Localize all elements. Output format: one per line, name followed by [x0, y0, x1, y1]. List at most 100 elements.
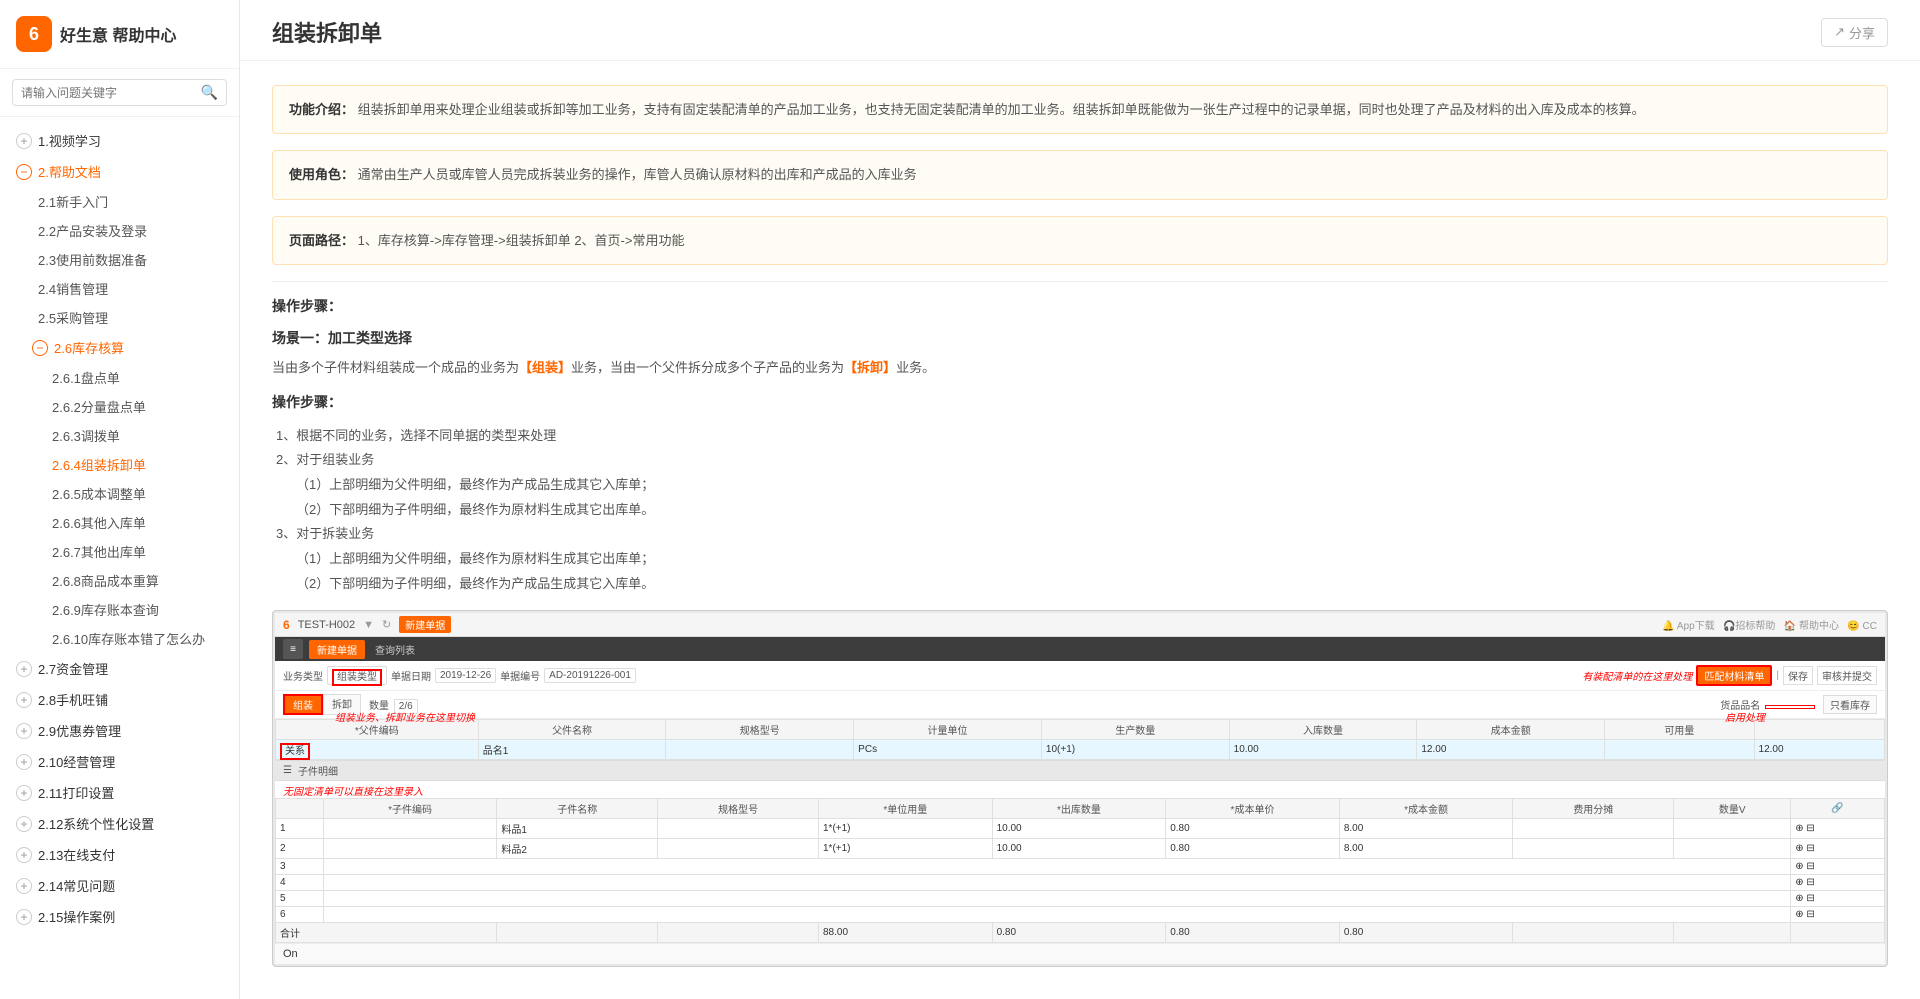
sub2-7-label: 2.7资金管理 [38, 659, 108, 678]
sub2-10-label: 2.10经营管理 [38, 752, 115, 771]
step3-sub2: （2）下部明细为子件明细，最终作为产成品生成其它入库单。 [296, 572, 1888, 597]
step2: 2、对于组装业务 [276, 448, 1888, 473]
sidebar-item-sub2-6[interactable]: − 2.6库存核算 [0, 332, 239, 363]
role-text: 通常由生产人员或库管人员完成拆装业务的操作，库管人员确认原材料的出库和产成品的入… [358, 167, 917, 182]
mock-lower-th-8: 费用分摊 [1513, 799, 1674, 819]
sidebar-item-sub2-1[interactable]: 2.1新手入门 [0, 187, 239, 216]
sidebar-item-2-6-1[interactable]: 2.6.1盘点单 [0, 363, 239, 392]
sidebar-item-sub2-5[interactable]: 2.5采购管理 [0, 303, 239, 332]
mock-lower-th-9: 数量V [1674, 799, 1791, 819]
mock-btn-match[interactable]: 匹配材料清单 [1696, 665, 1772, 686]
sidebar-item-cat1[interactable]: + 1.视频学习 [0, 125, 239, 156]
mock-annotation-enable: 启用处理 [1725, 709, 1765, 724]
mock-footer-c7: 0.80 [1339, 923, 1513, 943]
role-block: 使用角色： 通常由生产人员或库管人员完成拆装业务的操作，库管人员确认原材料的出库… [272, 150, 1888, 199]
sidebar-item-cat2[interactable]: − 2.帮助文档 [0, 156, 239, 187]
search-area: 🔍 [0, 69, 239, 117]
mock-lower-r5-c0: 6 [276, 907, 324, 923]
sidebar-item-sub2-8[interactable]: + 2.8手机旺铺 [0, 684, 239, 715]
mock-billno-label: 单据编号 [500, 668, 540, 683]
intro-block: 功能介绍： 组装拆卸单用来处理企业组装或拆卸等加工业务，支持有固定装配清单的产品… [272, 85, 1888, 134]
mock-lower-th-7: *成本金额 [1339, 799, 1513, 819]
sidebar-item-sub2-4[interactable]: 2.4销售管理 [0, 274, 239, 303]
sub2-9-label: 2.9优惠券管理 [38, 721, 121, 740]
step3: 3、对于拆装业务 [276, 522, 1888, 547]
sidebar-item-sub2-7[interactable]: + 2.7资金管理 [0, 653, 239, 684]
search-input[interactable] [21, 86, 201, 100]
mock-btn-submit[interactable]: 审核并提交 [1817, 666, 1877, 685]
mock-search-field[interactable] [1765, 705, 1815, 709]
sidebar-item-sub2-14[interactable]: + 2.14常见问题 [0, 870, 239, 901]
mock-type-value: 组装类型 [332, 669, 382, 686]
mock-lower-r2-c0: 3 [276, 859, 324, 875]
search-box[interactable]: 🔍 [12, 79, 227, 106]
mock-upper-cell-0-7 [1605, 740, 1754, 760]
sidebar-item-2-6-9[interactable]: 2.6.9库存账本查询 [0, 595, 239, 624]
sidebar-item-sub2-13[interactable]: + 2.13在线支付 [0, 839, 239, 870]
mock-upper-table: *父件编码 父件名称 规格型号 计量单位 生产数量 入库数量 成本金额 可用量 [275, 719, 1885, 760]
mock-lower-row-2: 3 ⊕ ⊟ [276, 859, 1885, 875]
path-label: 页面路径： [289, 233, 354, 248]
sidebar-item-2-6-6[interactable]: 2.6.6其他入库单 [0, 508, 239, 537]
mock-upper-row-0: 关系 品名1 PCs 10(+1) 10.00 12.00 12.00 [276, 740, 1885, 760]
intro-label: 功能介绍： [289, 102, 354, 117]
mock-type-input[interactable]: 组装类型 [327, 666, 387, 685]
mock-lower-r1-c7: 8.00 [1339, 839, 1513, 859]
mock-refresh-icon: ↻ [382, 618, 391, 631]
mock-upper-th-2: 规格型号 [666, 720, 854, 740]
share-button[interactable]: ↗ 分享 [1821, 18, 1888, 47]
mock-new-tab: 新建单据 [399, 616, 451, 633]
sub2-8-label: 2.8手机旺铺 [38, 690, 108, 709]
sidebar-item-2-6-10[interactable]: 2.6.10库存账本错了怎么办 [0, 624, 239, 653]
sidebar-item-2-6-5[interactable]: 2.6.5成本调整单 [0, 479, 239, 508]
sidebar-item-2-6-2[interactable]: 2.6.2分量盘点单 [0, 392, 239, 421]
sidebar-item-2-6-8[interactable]: 2.6.8商品成本重算 [0, 566, 239, 595]
steps-title: 操作步骤： [272, 392, 1888, 412]
mock-upper-cell-0-8: 12.00 [1754, 740, 1884, 760]
sidebar-item-2-6-4[interactable]: 2.6.4组装拆卸单 [0, 450, 239, 479]
mock-btn-save[interactable]: 保存 [1783, 666, 1813, 685]
expand-icon-sub2-13: + [16, 847, 32, 863]
mock-lower-r0-c1 [323, 819, 497, 839]
sidebar-item-sub2-11[interactable]: + 2.11打印设置 [0, 777, 239, 808]
mock-footer-c6: 0.80 [1166, 923, 1340, 943]
mock-lower-row-3: 4 ⊕ ⊟ [276, 875, 1885, 891]
mock-date-label: 单据日期 [391, 668, 431, 683]
mock-lower-r0-c4: 1*(+1) [818, 819, 992, 839]
expand-icon-sub2-8: + [16, 692, 32, 708]
mock-lower-row-1: 2 料品2 1*(+1) 10.00 0.80 8.00 ⊕ ⊟ [276, 839, 1885, 859]
sidebar-item-sub2-12[interactable]: + 2.12系统个性化设置 [0, 808, 239, 839]
sidebar-item-sub2-15[interactable]: + 2.15操作案例 [0, 901, 239, 932]
mock-lower-r1-c9 [1674, 839, 1791, 859]
mock-site-name: 6 [283, 618, 290, 632]
mock-upper-th-3: 计量单位 [854, 720, 1042, 740]
screenshot-wrapper: 6 TEST-H002 ▼ ↻ 新建单据 🔔 App下载 🎧招标帮助 🏠 帮助中… [272, 610, 1888, 967]
logo-area: 6 好生意 帮助中心 [0, 0, 239, 69]
mock-lower-r0-c9 [1674, 819, 1791, 839]
sidebar-item-2-6-3[interactable]: 2.6.3调拨单 [0, 421, 239, 450]
scene1-title: 场景一：加工类型选择 [272, 328, 1888, 348]
mock-upper-cell-0-1: 品名1 [478, 740, 666, 760]
sidebar-item-sub2-2[interactable]: 2.2产品安装及登录 [0, 216, 239, 245]
mock-tab-assemble[interactable]: 组装 [283, 694, 323, 715]
cat1-label: 1.视频学习 [38, 131, 101, 150]
mock-upper-th-5: 入库数量 [1229, 720, 1417, 740]
mock-top-icons: 🔔 App下载 🎧招标帮助 🏠 帮助中心 😊 CC [1662, 617, 1877, 632]
mock-date-value: 2019-12-26 [435, 668, 496, 683]
sidebar-item-sub2-9[interactable]: + 2.9优惠券管理 [0, 715, 239, 746]
mock-lower-r0-c8 [1513, 819, 1674, 839]
expand-icon-sub2-11: + [16, 785, 32, 801]
mock-lower-label: 子件明细 [298, 763, 338, 778]
sidebar-item-sub2-3[interactable]: 2.3使用前数据准备 [0, 245, 239, 274]
sidebar-item-sub2-10[interactable]: + 2.10经营管理 [0, 746, 239, 777]
search-icon[interactable]: 🔍 [201, 84, 218, 101]
mock-confirm-btn[interactable]: 只看库存 [1823, 695, 1877, 714]
mock-lower-r0-c6: 0.80 [1166, 819, 1340, 839]
mock-lower-footer: 合计 88.00 0.80 0.80 0.80 [276, 923, 1885, 943]
sidebar-item-2-6-7[interactable]: 2.6.7其他出库单 [0, 537, 239, 566]
expand-icon-sub2-10: + [16, 754, 32, 770]
expand-icon-sub2-9: + [16, 723, 32, 739]
step1: 1、根据不同的业务，选择不同单据的类型来处理 [276, 424, 1888, 449]
expand-icon-sub2-7: + [16, 661, 32, 677]
mock-lower-r0-c10: ⊕ ⊟ [1791, 819, 1885, 839]
